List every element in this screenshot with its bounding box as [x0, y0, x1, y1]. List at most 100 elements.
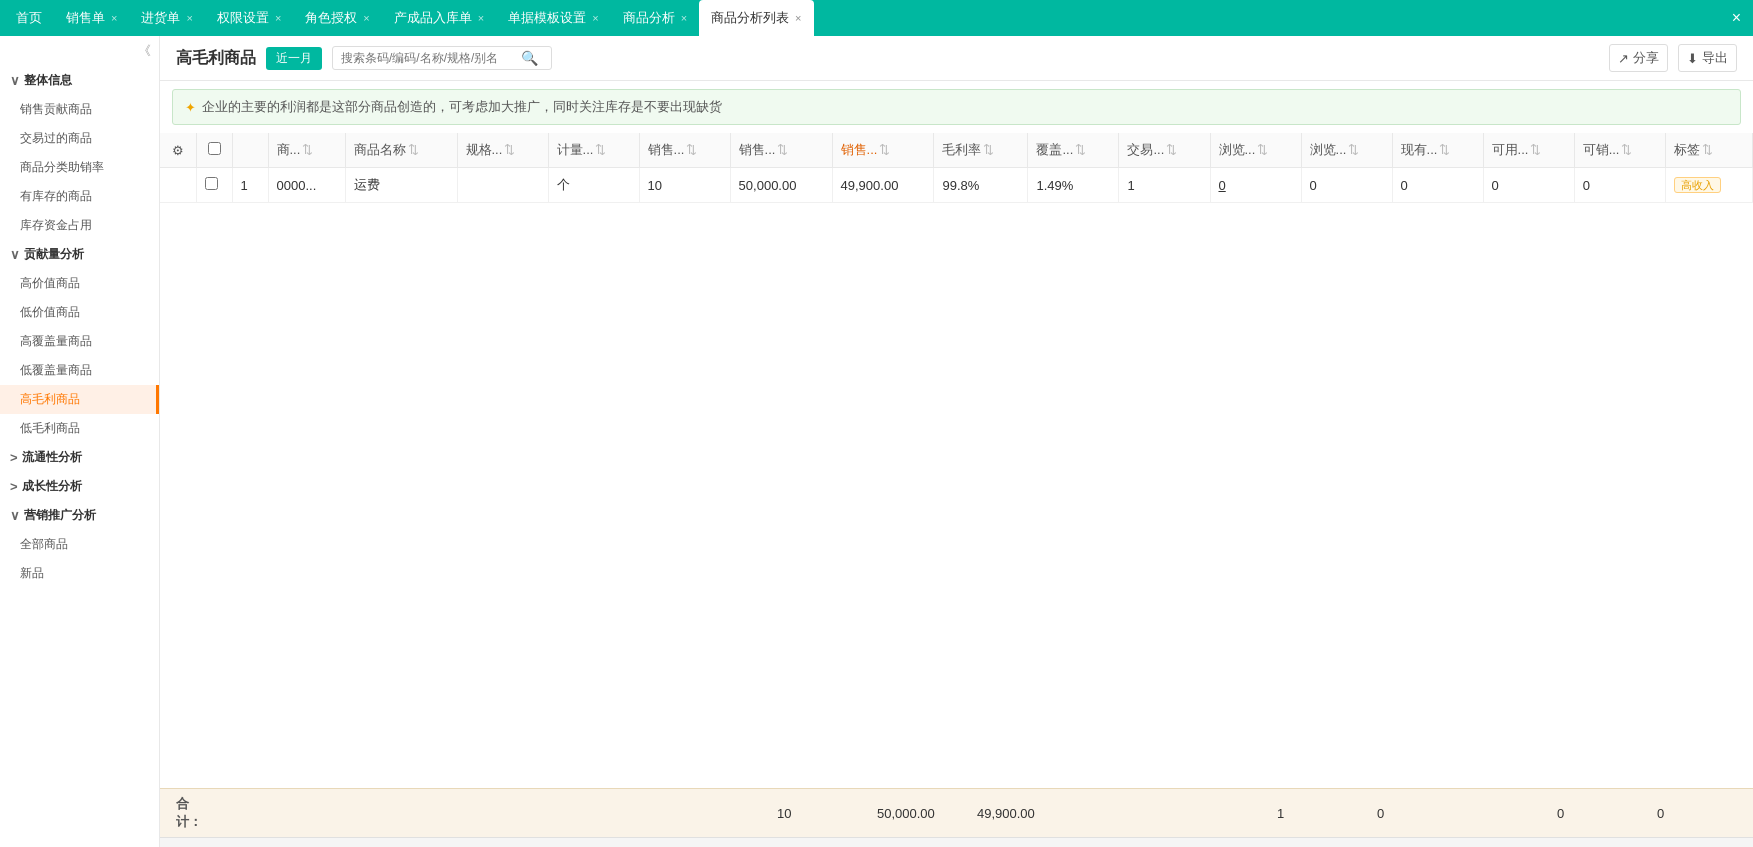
col-num [232, 133, 268, 168]
table-row: 10000...运费个1050,000.0049,900.0099.8%1.49… [160, 168, 1753, 203]
nav-item-商品分析[interactable]: 商品分析× [611, 0, 699, 36]
nav-item-商品分析列表[interactable]: 商品分析列表× [699, 0, 813, 36]
col-coverage[interactable]: 覆盖...⇅ [1028, 133, 1119, 168]
sidebar-item-低价值商品[interactable]: 低价值商品 [0, 298, 159, 327]
share-icon: ↗ [1618, 51, 1629, 66]
col-spec[interactable]: 规格...⇅ [457, 133, 548, 168]
arrow-icon: ∨ [10, 247, 20, 262]
tag-badge: 高收入 [1674, 177, 1721, 193]
nav-close-icon[interactable]: × [186, 12, 192, 24]
select-all-checkbox[interactable] [208, 142, 221, 155]
col-checkbox[interactable] [196, 133, 232, 168]
search-input[interactable] [341, 51, 521, 65]
arrow-icon: > [10, 450, 18, 465]
main-layout: 《 ∨整体信息销售贡献商品交易过的商品商品分类助销率有库存的商品库存资金占用∨贡… [0, 36, 1753, 847]
content-area: 高毛利商品 近一月 🔍 ↗ 分享 ⬇ 导出 ✦ 企业的主要的利润都是这部分商品创… [160, 36, 1753, 847]
sidebar-group-整体信息[interactable]: ∨整体信息 [0, 66, 159, 95]
nav-item-单据模板设置[interactable]: 单据模板设置× [496, 0, 610, 36]
col-sales-qty[interactable]: 销售...⇅ [639, 133, 730, 168]
footer-label: 合计： [176, 795, 207, 831]
cell-sales-qty: 10 [639, 168, 730, 203]
cell-sales-cost: 49,900.00 [832, 168, 934, 203]
sidebar-item-低毛利商品[interactable]: 低毛利商品 [0, 414, 159, 443]
nav-item-销售单[interactable]: 销售单× [54, 0, 129, 36]
sidebar-group-流通性分析[interactable]: >流通性分析 [0, 443, 159, 472]
search-box: 🔍 [332, 46, 552, 70]
data-table: ⚙ 商...⇅ 商品名称⇅ 规格...⇅ 计量...⇅ 销售...⇅ 销售...… [160, 133, 1753, 203]
row-checkbox[interactable] [205, 177, 218, 190]
nav-close-icon[interactable]: × [275, 12, 281, 24]
sidebar-item-交易过的商品[interactable]: 交易过的商品 [0, 124, 159, 153]
col-unit[interactable]: 计量...⇅ [548, 133, 639, 168]
page-title: 高毛利商品 [176, 48, 256, 69]
sidebar-item-高覆盖量商品[interactable]: 高覆盖量商品 [0, 327, 159, 356]
nav-close-icon[interactable]: × [795, 12, 801, 24]
table-footer: 合计： 10 50,000.00 49,900.00 1 0 0 0 [160, 788, 1753, 837]
view1-link[interactable]: 0 [1219, 178, 1226, 193]
footer-current-stock: 0 [1557, 806, 1637, 821]
nav-close-icon[interactable]: × [363, 12, 369, 24]
col-sales-cost[interactable]: 销售...⇅ [832, 133, 934, 168]
sidebar-item-商品分类助销率[interactable]: 商品分类助销率 [0, 153, 159, 182]
cell-tag: 高收入 [1665, 168, 1752, 203]
cell-settings [160, 168, 196, 203]
nav-item-首页[interactable]: 首页 [4, 0, 54, 36]
nav-item-进货单[interactable]: 进货单× [129, 0, 204, 36]
nav-close-icon[interactable]: × [681, 12, 687, 24]
col-gross-margin[interactable]: 毛利率⇅ [934, 133, 1028, 168]
share-label: 分享 [1633, 49, 1659, 67]
table-header-row: ⚙ 商...⇅ 商品名称⇅ 规格...⇅ 计量...⇅ 销售...⇅ 销售...… [160, 133, 1753, 168]
horizontal-scrollbar[interactable] [160, 837, 1753, 847]
nav-close-icon[interactable]: × [592, 12, 598, 24]
cell-unit: 个 [548, 168, 639, 203]
export-label: 导出 [1702, 49, 1728, 67]
sidebar-item-全部商品[interactable]: 全部商品 [0, 530, 159, 559]
col-current-stock[interactable]: 现有...⇅ [1392, 133, 1483, 168]
footer-view2: 0 [1377, 806, 1457, 821]
cell-code: 0000... [268, 168, 345, 203]
close-all-button[interactable]: × [1732, 9, 1749, 27]
footer-sales-qty: 10 [777, 806, 857, 821]
sidebar-group-营销推广分析[interactable]: ∨营销推广分析 [0, 501, 159, 530]
sidebar-item-库存资金占用[interactable]: 库存资金占用 [0, 211, 159, 240]
sidebar-collapse-button[interactable]: 《 [0, 36, 159, 66]
filter-recent-month-button[interactable]: 近一月 [266, 47, 322, 70]
col-view1[interactable]: 浏览...⇅ [1210, 133, 1301, 168]
col-saleable-stock[interactable]: 可销...⇅ [1574, 133, 1665, 168]
nav-item-角色授权[interactable]: 角色授权× [293, 0, 381, 36]
sidebar-item-新品[interactable]: 新品 [0, 559, 159, 588]
sidebar-item-有库存的商品[interactable]: 有库存的商品 [0, 182, 159, 211]
sidebar-item-高毛利商品[interactable]: 高毛利商品 [0, 385, 159, 414]
sidebar-group-成长性分析[interactable]: >成长性分析 [0, 472, 159, 501]
col-code[interactable]: 商...⇅ [268, 133, 345, 168]
search-icon[interactable]: 🔍 [521, 50, 538, 66]
info-banner-text: 企业的主要的利润都是这部分商品创造的，可考虑加大推广，同时关注库存是不要出现缺货 [202, 98, 722, 116]
nav-close-icon[interactable]: × [478, 12, 484, 24]
data-table-wrap: ⚙ 商...⇅ 商品名称⇅ 规格...⇅ 计量...⇅ 销售...⇅ 销售...… [160, 133, 1753, 788]
cell-coverage: 1.49% [1028, 168, 1119, 203]
nav-item-权限设置[interactable]: 权限设置× [205, 0, 293, 36]
cell-saleable-stock: 0 [1574, 168, 1665, 203]
share-button[interactable]: ↗ 分享 [1609, 44, 1668, 72]
sidebar-item-销售贡献商品[interactable]: 销售贡献商品 [0, 95, 159, 124]
col-tag[interactable]: 标签⇅ [1665, 133, 1752, 168]
info-banner: ✦ 企业的主要的利润都是这部分商品创造的，可考虑加大推广，同时关注库存是不要出现… [172, 89, 1741, 125]
sidebar-item-低覆盖量商品[interactable]: 低覆盖量商品 [0, 356, 159, 385]
col-trade[interactable]: 交易...⇅ [1119, 133, 1210, 168]
col-name[interactable]: 商品名称⇅ [345, 133, 457, 168]
sidebar-group-贡献量分析[interactable]: ∨贡献量分析 [0, 240, 159, 269]
col-view2[interactable]: 浏览...⇅ [1301, 133, 1392, 168]
col-settings[interactable]: ⚙ [160, 133, 196, 168]
export-button[interactable]: ⬇ 导出 [1678, 44, 1737, 72]
export-icon: ⬇ [1687, 51, 1698, 66]
footer-available-stock: 0 [1657, 806, 1737, 821]
arrow-icon: > [10, 479, 18, 494]
nav-close-icon[interactable]: × [111, 12, 117, 24]
top-navigation: 首页销售单×进货单×权限设置×角色授权×产成品入库单×单据模板设置×商品分析×商… [0, 0, 1753, 36]
cell-available-stock: 0 [1483, 168, 1574, 203]
col-sales-amount[interactable]: 销售...⇅ [730, 133, 832, 168]
col-available-stock[interactable]: 可用...⇅ [1483, 133, 1574, 168]
cell-name: 运费 [345, 168, 457, 203]
sidebar-item-高价值商品[interactable]: 高价值商品 [0, 269, 159, 298]
nav-item-产成品入库单[interactable]: 产成品入库单× [382, 0, 496, 36]
